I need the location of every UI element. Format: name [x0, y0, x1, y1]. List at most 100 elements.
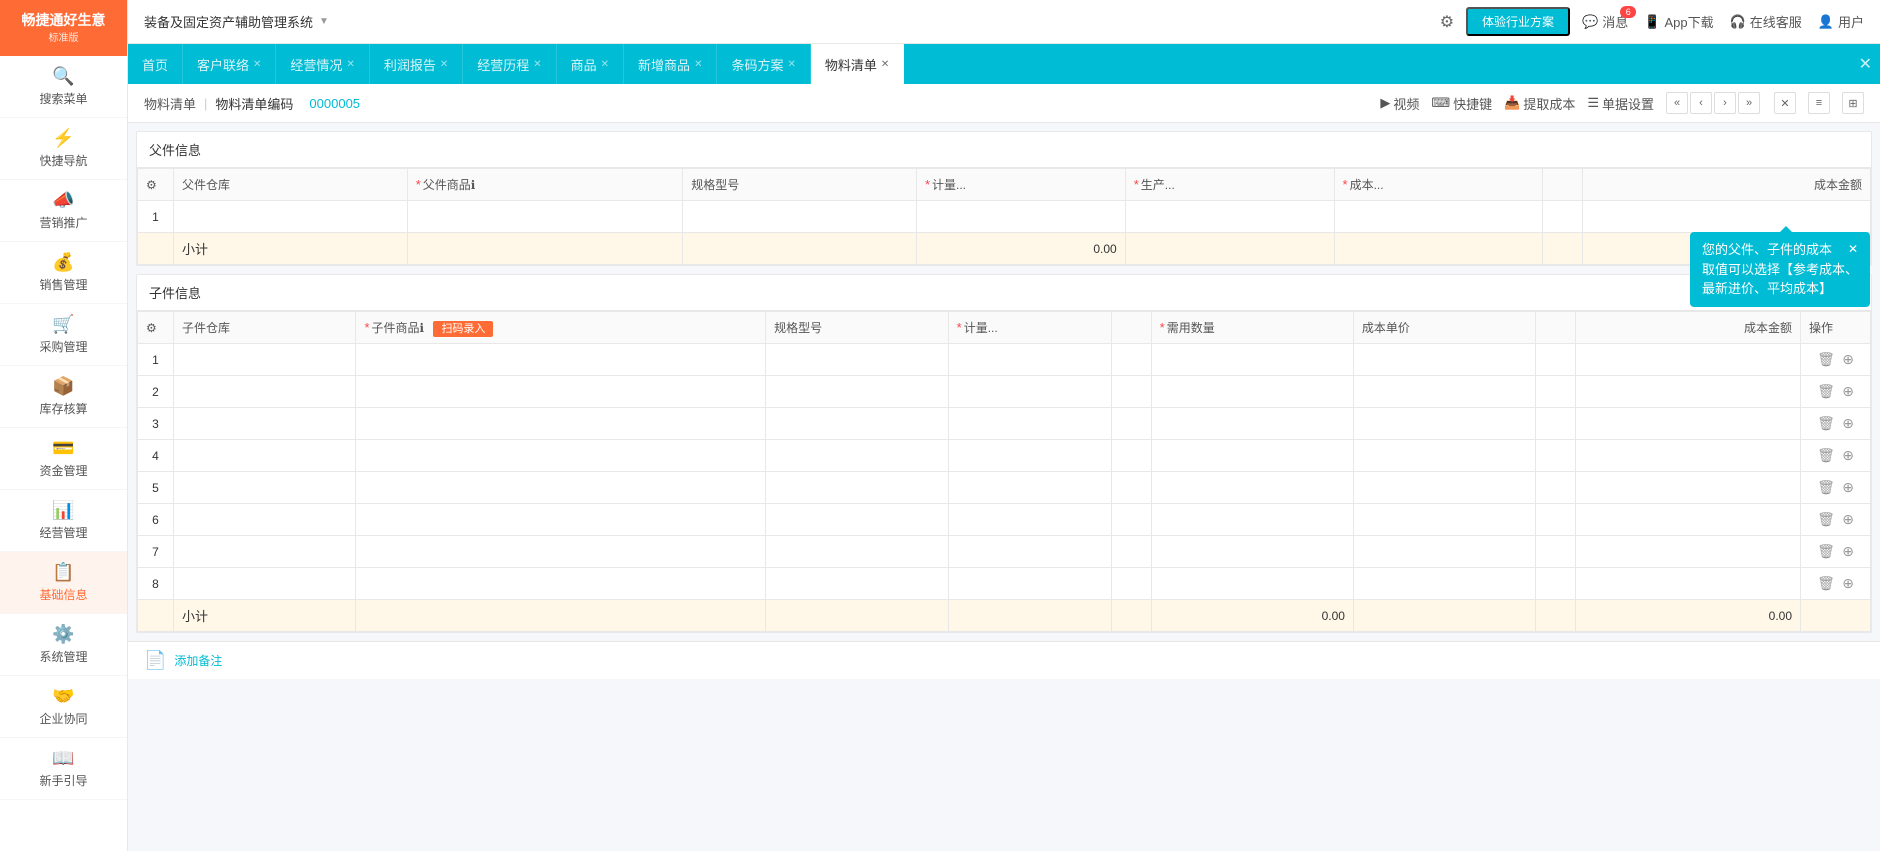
tab-bom[interactable]: 物料清单 ✕ — [811, 44, 904, 84]
tooltip-close-icon[interactable]: ✕ — [1848, 240, 1858, 258]
sidebar-item-basic-info[interactable]: 📋 基础信息 — [0, 552, 127, 614]
child-row8-unit-cost[interactable] — [1353, 568, 1535, 600]
app-download-action[interactable]: 📱 App下载 — [1644, 12, 1713, 31]
parent-row1-spec[interactable] — [683, 201, 917, 233]
child-row2-goods[interactable] — [356, 376, 766, 408]
child-row7-unit-cost[interactable] — [1353, 536, 1535, 568]
close-all-icon[interactable]: ✕ — [1859, 54, 1872, 74]
child-row5-unit[interactable] — [948, 472, 1111, 504]
copy-row2-icon[interactable]: ⊕ — [1842, 383, 1854, 399]
copy-row5-icon[interactable]: ⊕ — [1842, 479, 1854, 495]
child-row5-warehouse[interactable] — [174, 472, 356, 504]
sidebar-item-search[interactable]: 🔍 搜索菜单 — [0, 56, 127, 118]
child-row2-spec[interactable] — [766, 376, 948, 408]
child-row1-warehouse[interactable] — [174, 344, 356, 376]
tab-customer-close-icon[interactable]: ✕ — [253, 59, 261, 70]
child-row5-goods[interactable] — [356, 472, 766, 504]
tab-history[interactable]: 经营历程 ✕ — [463, 44, 556, 84]
parent-row1-warehouse[interactable] — [174, 201, 408, 233]
sidebar-item-sales[interactable]: 💰 销售管理 — [0, 242, 127, 304]
next-button[interactable]: › — [1714, 92, 1736, 114]
tab-goods-close-icon[interactable]: ✕ — [601, 59, 609, 70]
copy-row4-icon[interactable]: ⊕ — [1842, 447, 1854, 463]
child-row8-warehouse[interactable] — [174, 568, 356, 600]
child-row7-unit[interactable] — [948, 536, 1111, 568]
sidebar-item-operation[interactable]: 📊 经营管理 — [0, 490, 127, 552]
child-row6-unit[interactable] — [948, 504, 1111, 536]
child-row7-warehouse[interactable] — [174, 536, 356, 568]
tab-operation-status[interactable]: 经营情况 ✕ — [276, 44, 369, 84]
system-arrow-down-icon[interactable]: ▼ — [319, 16, 329, 27]
tab-barcode-close-icon[interactable]: ✕ — [787, 59, 795, 70]
child-row7-goods[interactable] — [356, 536, 766, 568]
delete-row6-icon[interactable]: 🗑 — [1817, 511, 1835, 527]
tab-close-all[interactable]: ✕ — [1859, 44, 1880, 84]
child-row5-spec[interactable] — [766, 472, 948, 504]
gear-settings-icon[interactable]: ⚙ — [1440, 12, 1454, 32]
parent-row1-goods[interactable] — [407, 201, 682, 233]
next-last-button[interactable]: » — [1738, 92, 1760, 114]
child-row8-qty[interactable] — [1151, 568, 1353, 600]
delete-row5-icon[interactable]: 🗑 — [1817, 479, 1835, 495]
sidebar-item-finance[interactable]: 💳 资金管理 — [0, 428, 127, 490]
child-row1-spec[interactable] — [766, 344, 948, 376]
tab-history-close-icon[interactable]: ✕ — [533, 59, 541, 70]
child-row4-unit-cost[interactable] — [1353, 440, 1535, 472]
tab-operation-status-close-icon[interactable]: ✕ — [346, 59, 354, 70]
list-view-button[interactable]: ≡ — [1808, 92, 1830, 114]
child-row1-goods[interactable] — [356, 344, 766, 376]
delete-row8-icon[interactable]: 🗑 — [1817, 575, 1835, 591]
child-row6-qty[interactable] — [1151, 504, 1353, 536]
child-row6-unit-cost[interactable] — [1353, 504, 1535, 536]
child-row3-spec[interactable] — [766, 408, 948, 440]
child-row4-spec[interactable] — [766, 440, 948, 472]
child-row3-unit-cost[interactable] — [1353, 408, 1535, 440]
copy-row7-icon[interactable]: ⊕ — [1842, 543, 1854, 559]
tab-barcode[interactable]: 条码方案 ✕ — [717, 44, 810, 84]
delete-row2-icon[interactable]: 🗑 — [1817, 383, 1835, 399]
bottom-doc-icon[interactable]: 📄 — [144, 650, 166, 671]
child-row5-qty[interactable] — [1151, 472, 1353, 504]
scan-button[interactable]: 扫码录入 — [433, 321, 493, 337]
child-row5-unit-cost[interactable] — [1353, 472, 1535, 504]
breadcrumb-bom[interactable]: 物料清单 — [144, 94, 196, 113]
copy-row3-icon[interactable]: ⊕ — [1842, 415, 1854, 431]
child-row7-qty[interactable] — [1151, 536, 1353, 568]
copy-row8-icon[interactable]: ⊕ — [1842, 575, 1854, 591]
parent-row1-cost[interactable] — [1334, 201, 1543, 233]
sidebar-item-collab[interactable]: 🤝 企业协同 — [0, 676, 127, 738]
child-row4-qty[interactable] — [1151, 440, 1353, 472]
child-row2-unit[interactable] — [948, 376, 1111, 408]
child-row4-warehouse[interactable] — [174, 440, 356, 472]
child-row6-spec[interactable] — [766, 504, 948, 536]
message-action[interactable]: 💬 消息 6 — [1582, 12, 1628, 31]
tab-bom-close-icon[interactable]: ✕ — [881, 59, 889, 70]
sidebar-item-marketing[interactable]: 📣 营销推广 — [0, 180, 127, 242]
sidebar-item-guide[interactable]: 📖 新手引导 — [0, 738, 127, 800]
sidebar-item-system[interactable]: ⚙️ 系统管理 — [0, 614, 127, 676]
sidebar-item-purchase[interactable]: 🛒 采购管理 — [0, 304, 127, 366]
child-row4-unit[interactable] — [948, 440, 1111, 472]
parent-row1-unit[interactable] — [916, 201, 1125, 233]
delete-row7-icon[interactable]: 🗑 — [1817, 543, 1835, 559]
child-row4-goods[interactable] — [356, 440, 766, 472]
child-row2-qty[interactable] — [1151, 376, 1353, 408]
child-row1-unit[interactable] — [948, 344, 1111, 376]
child-row2-unit-cost[interactable] — [1353, 376, 1535, 408]
toolbar-shortcut[interactable]: ⌨ 快捷键 — [1431, 94, 1492, 113]
sidebar-item-inventory[interactable]: 📦 库存核算 — [0, 366, 127, 428]
delete-row1-icon[interactable]: 🗑 — [1817, 351, 1835, 367]
user-action[interactable]: 👤 用户 — [1818, 12, 1864, 31]
child-row8-spec[interactable] — [766, 568, 948, 600]
child-row3-warehouse[interactable] — [174, 408, 356, 440]
child-row8-goods[interactable] — [356, 568, 766, 600]
child-row2-warehouse[interactable] — [174, 376, 356, 408]
child-row6-goods[interactable] — [356, 504, 766, 536]
online-service-action[interactable]: 🎧 在线客服 — [1730, 12, 1802, 31]
sidebar-item-quick-nav[interactable]: ⚡ 快捷导航 — [0, 118, 127, 180]
toolbar-cost[interactable]: 📥 提取成本 — [1504, 94, 1575, 113]
toolbar-view[interactable]: ▶ 视频 — [1380, 94, 1419, 113]
tab-home[interactable]: 首页 — [128, 44, 183, 84]
expand-button[interactable]: ⊞ — [1842, 92, 1864, 114]
trial-button[interactable]: 体验行业方案 — [1466, 7, 1570, 36]
